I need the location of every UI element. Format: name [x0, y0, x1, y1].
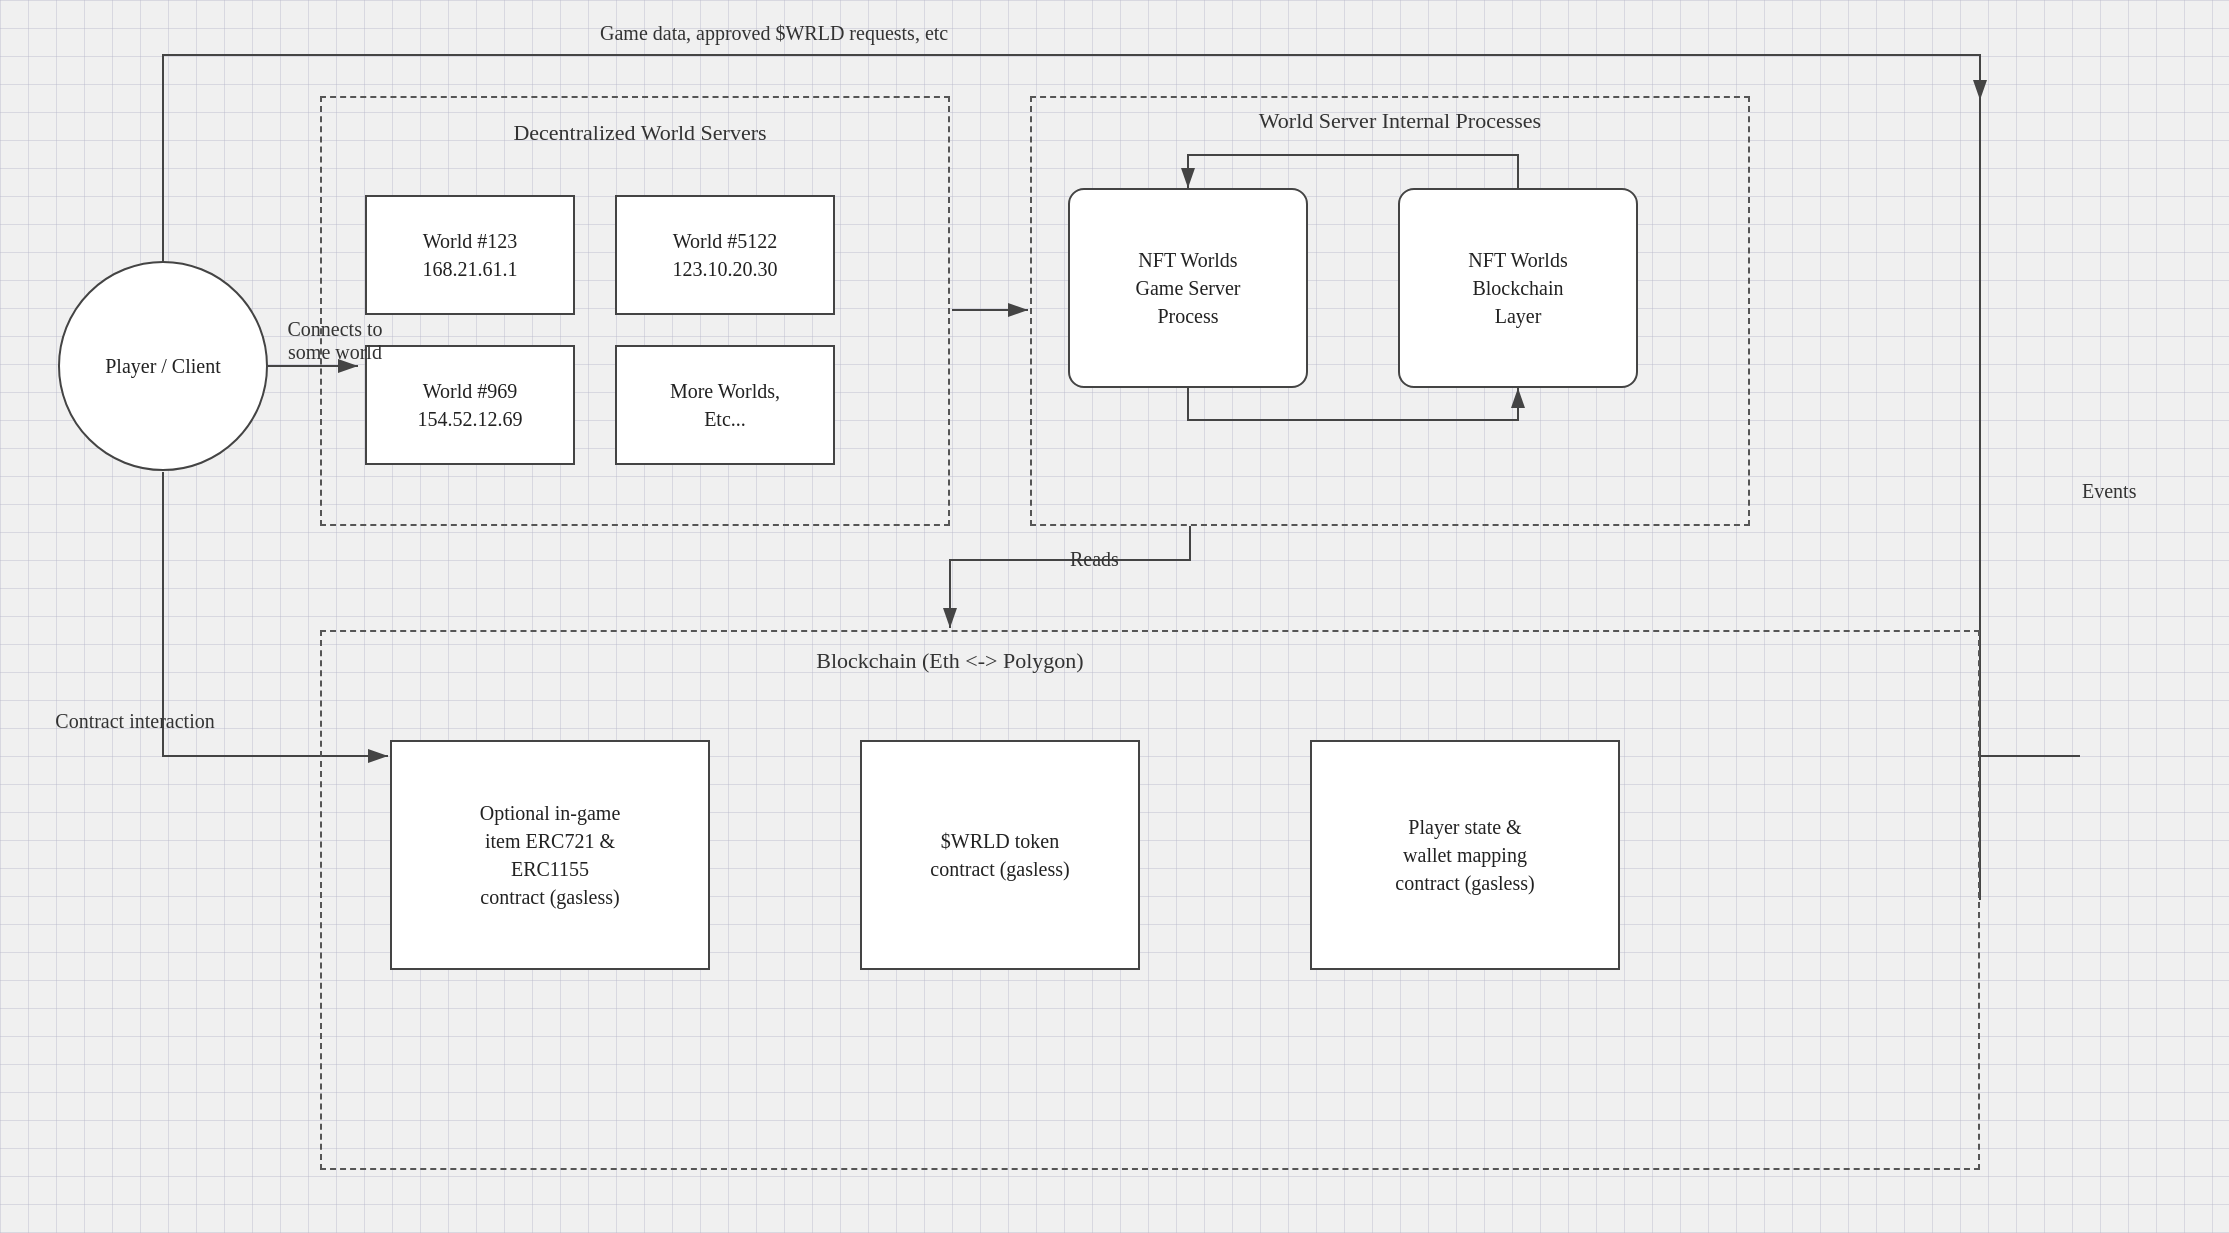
contract-label: Contract interaction [40, 710, 230, 733]
reads-label: Reads [1070, 548, 1119, 571]
blockchain-item-1-box: Optional in-gameitem ERC721 &ERC1155cont… [390, 740, 710, 970]
world-5122-box: World #5122123.10.20.30 [615, 195, 835, 315]
world-123-box: World #123168.21.61.1 [365, 195, 575, 315]
player-client-circle: Player / Client [58, 261, 268, 471]
events-label: Events [2082, 480, 2136, 503]
nft-blockchain-layer-box: NFT WorldsBlockchainLayer [1398, 188, 1638, 388]
blockchain-item-3-label: Player state &wallet mappingcontract (ga… [1395, 813, 1534, 897]
blockchain-item-2-label: $WRLD tokencontract (gasless) [930, 827, 1069, 883]
nft-game-server-box: NFT WorldsGame ServerProcess [1068, 188, 1308, 388]
blockchain-item-1-label: Optional in-gameitem ERC721 &ERC1155cont… [480, 799, 621, 911]
world-5122-label: World #5122123.10.20.30 [673, 227, 778, 283]
blockchain-item-2-box: $WRLD tokencontract (gasless) [860, 740, 1140, 970]
nft-game-server-label: NFT WorldsGame ServerProcess [1136, 246, 1241, 330]
world-more-box: More Worlds,Etc... [615, 345, 835, 465]
nft-blockchain-layer-label: NFT WorldsBlockchainLayer [1468, 246, 1567, 330]
game-data-label: Game data, approved $WRLD requests, etc [600, 22, 948, 45]
world-servers-label: Decentralized World Servers [430, 120, 850, 146]
blockchain-label: Blockchain (Eth <-> Polygon) [700, 648, 1200, 674]
world-969-label: World #969154.52.12.69 [418, 377, 523, 433]
blockchain-item-3-box: Player state &wallet mappingcontract (ga… [1310, 740, 1620, 970]
connects-label: Connects to some world [270, 318, 400, 364]
world-123-label: World #123168.21.61.1 [423, 227, 518, 283]
diagram-container: Player / Client Decentralized World Serv… [0, 0, 2229, 1233]
player-client-label: Player / Client [105, 352, 221, 380]
world-more-label: More Worlds,Etc... [670, 377, 780, 433]
internal-processes-label: World Server Internal Processes [1060, 108, 1740, 134]
